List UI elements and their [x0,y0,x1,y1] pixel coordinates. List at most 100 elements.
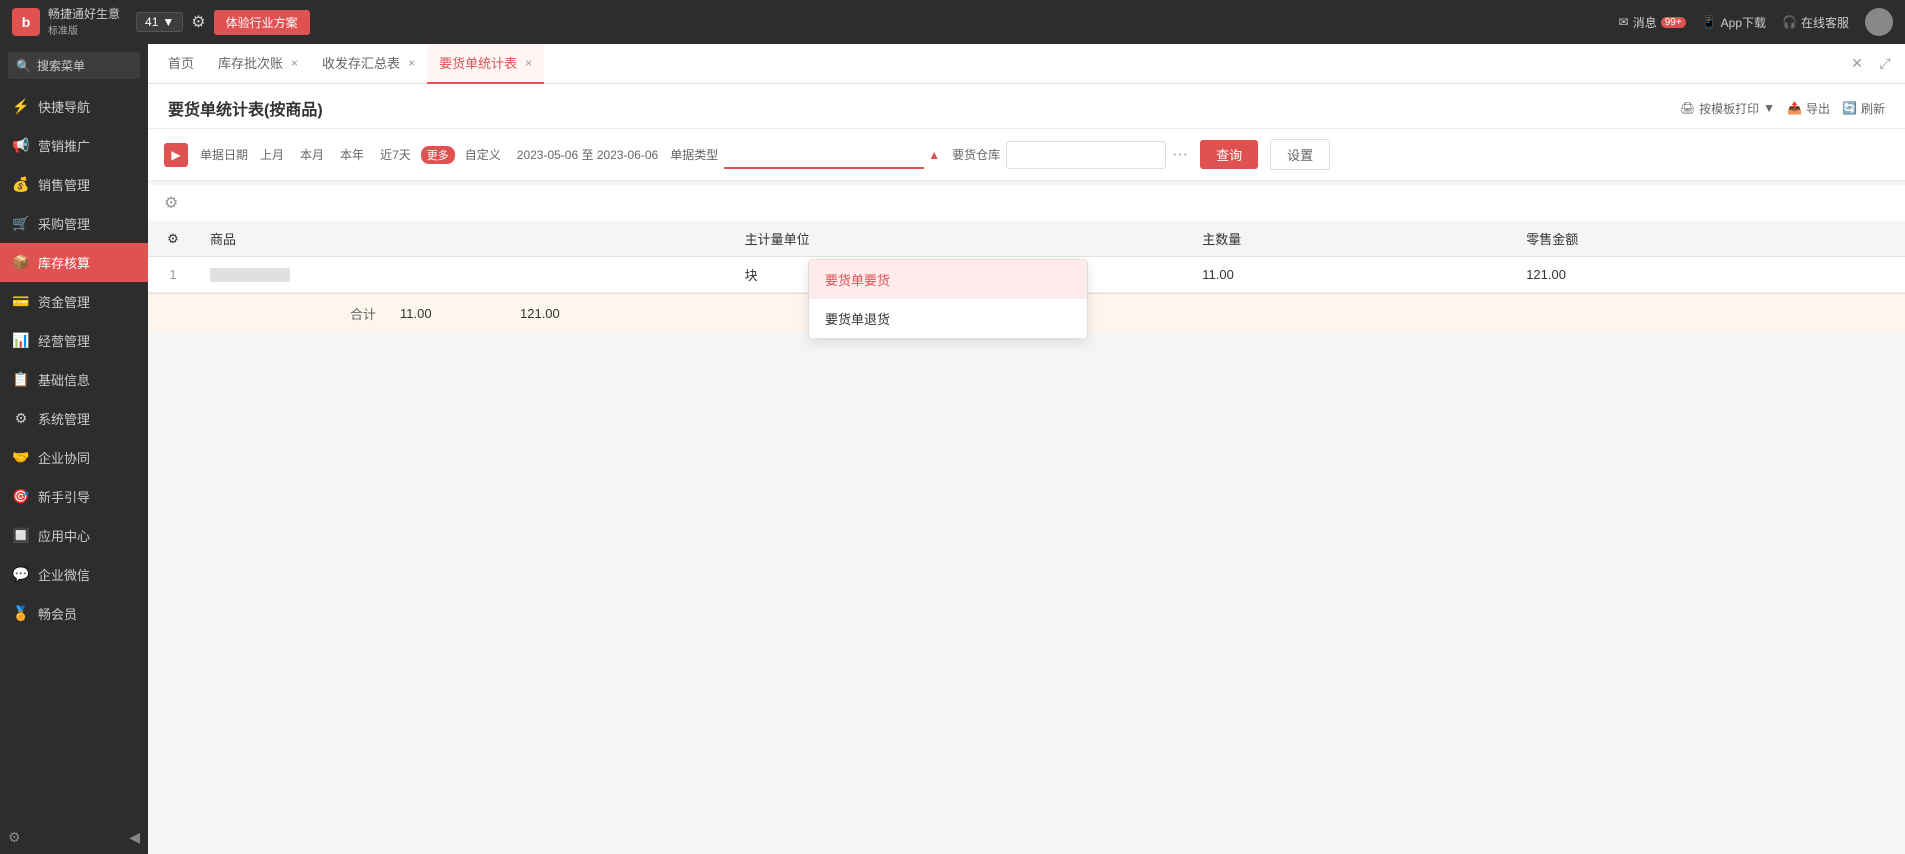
sidebar-item-basic[interactable]: 📋 基础信息 [0,360,148,399]
sidebar-item-inventory[interactable]: 📦 库存核算 [0,243,148,282]
print-arrow: ▼ [1763,101,1775,115]
online-service-label: 在线客服 [1801,14,1849,31]
guide-icon: 🎯 [12,488,30,505]
filter-expand-btn[interactable]: ▶ [164,143,188,167]
avatar[interactable] [1865,8,1893,36]
logo-icon: b [12,8,40,36]
tab-order-summary[interactable]: 要货单统计表 × [427,44,544,84]
tab-receive-summary-close[interactable]: × [408,56,415,70]
tab-close-all-btn[interactable]: ✕ [1845,52,1869,76]
sidebar-item-cooperation[interactable]: 🤝 企业协同 [0,438,148,477]
tab-inventory-batch-label: 库存批次账 [218,53,283,72]
sidebar-settings-btn[interactable]: ⚙ [8,829,21,846]
sidebar-item-wechat[interactable]: 💬 企业微信 [0,555,148,594]
filter-more-dates-btn[interactable]: 更多 [421,146,455,164]
sidebar-item-member[interactable]: 🏅 畅会员 [0,594,148,633]
export-btn[interactable]: 📤 导出 [1787,100,1830,117]
operation-icon: 📊 [12,332,30,349]
quick-nav-icon: ⚡ [12,98,30,115]
company-selector[interactable]: 41 ▼ [136,12,183,32]
logo-text: 畅捷通好生意 标准版 [48,7,120,38]
filter-type-input[interactable] [724,141,924,169]
sidebar-item-label: 新手引导 [38,487,90,506]
tab-bar-right: ✕ ⤢ [1845,52,1897,76]
messages-btn[interactable]: ✉ 消息 99+ [1619,14,1686,31]
sidebar-item-app-center[interactable]: 🔲 应用中心 [0,516,148,555]
headset-icon: 🎧 [1782,15,1797,29]
mobile-icon: 📱 [1702,15,1717,29]
sales-icon: 💰 [12,176,30,193]
company-selector-label: 41 [145,15,158,29]
tab-home-label: 首页 [168,53,194,72]
content-area: 首页 库存批次账 × 收发存汇总表 × 要货单统计表 × ✕ ⤢ 要 [148,44,1905,854]
sidebar-item-sales[interactable]: 💰 销售管理 [0,165,148,204]
print-icon: 🖨 [1680,101,1695,115]
print-btn[interactable]: 🖨 按模板打印 ▼ [1680,100,1775,117]
cell-product [198,257,733,293]
tab-expand-btn[interactable]: ⤢ [1873,52,1897,76]
filter-this-month-btn[interactable]: 本月 [294,144,330,165]
wechat-icon: 💬 [12,566,30,583]
filter-warehouse-group: 要货仓库 ··· [952,141,1188,169]
sidebar-item-marketing[interactable]: 📢 营销推广 [0,126,148,165]
trial-btn[interactable]: 体验行业方案 [214,10,310,35]
product-placeholder [210,268,290,282]
sidebar-item-quick-nav[interactable]: ⚡ 快捷导航 [0,87,148,126]
cooperation-icon: 🤝 [12,449,30,466]
top-bar-middle: 41 ▼ ⚙ 体验行业方案 [136,10,1619,35]
sidebar-item-operation[interactable]: 📊 经营管理 [0,321,148,360]
search-menu-btn[interactable]: 🔍 搜索菜单 [8,52,140,79]
settings-icon[interactable]: ⚙ [191,12,205,32]
col-quantity: 主数量 [1190,221,1514,257]
table-settings-icon[interactable]: ⚙ [164,193,178,213]
tab-inventory-batch-close[interactable]: × [291,56,298,70]
refresh-icon: 🔄 [1842,101,1857,115]
filter-date-group: 单据日期 上月 本月 本年 近7天 更多 自定义 2023-05-06 至 20… [200,144,658,165]
company-selector-arrow: ▼ [162,15,174,29]
col-unit: 主计量单位 [733,221,1191,257]
sidebar-search: 🔍 搜索菜单 [0,44,148,87]
sidebar-item-label: 畅会员 [38,604,77,623]
filter-warehouse-input[interactable] [1006,141,1166,169]
dropdown-item-order-return[interactable]: 要货单退货 [809,299,1087,338]
top-bar-right: ✉ 消息 99+ 📱 App下载 🎧 在线客服 [1619,8,1893,36]
tab-bar: 首页 库存批次账 × 收发存汇总表 × 要货单统计表 × ✕ ⤢ [148,44,1905,84]
tab-receive-summary[interactable]: 收发存汇总表 × [310,44,427,84]
col-index[interactable]: ⚙ [148,221,198,257]
sidebar-item-finance[interactable]: 💳 资金管理 [0,282,148,321]
cell-index: 1 [148,257,198,293]
search-menu-label: 搜索菜单 [37,57,85,74]
filter-custom-btn[interactable]: 自定义 [459,144,507,165]
sidebar-collapse-btn[interactable]: ◀ [129,829,140,846]
cell-quantity: 11.00 [1190,257,1514,293]
tab-home[interactable]: 首页 [156,44,206,84]
filter-warehouse-more-btn[interactable]: ··· [1172,146,1188,164]
sidebar-items: ⚡ 快捷导航 📢 营销推广 💰 销售管理 🛒 采购管理 📦 库存核算 💳 [0,87,148,821]
refresh-label: 刷新 [1861,100,1885,117]
sidebar-item-label: 基础信息 [38,370,90,389]
tab-order-summary-close[interactable]: × [525,56,532,70]
cell-amount: 121.00 [1514,257,1905,293]
sidebar-item-label: 应用中心 [38,526,90,545]
sidebar-item-purchase[interactable]: 🛒 采购管理 [0,204,148,243]
sidebar-item-system[interactable]: ⚙ 系统管理 [0,399,148,438]
table-toolbar: ⚙ [148,185,1905,221]
filter-type-arrow[interactable]: ▲ [928,148,940,162]
filter-this-year-btn[interactable]: 本年 [334,144,370,165]
marketing-icon: 📢 [12,137,30,154]
filter-settings-btn[interactable]: 设置 [1270,139,1330,170]
refresh-btn[interactable]: 🔄 刷新 [1842,100,1885,117]
tab-inventory-batch[interactable]: 库存批次账 × [206,44,310,84]
dropdown-item-order-goods[interactable]: 要货单要货 [809,260,1087,299]
product-cell [210,268,721,282]
app-download-label: App下载 [1721,14,1766,31]
app-download-btn[interactable]: 📱 App下载 [1702,14,1766,31]
sidebar-item-guide[interactable]: 🎯 新手引导 [0,477,148,516]
online-service-btn[interactable]: 🎧 在线客服 [1782,14,1849,31]
logo: b 畅捷通好生意 标准版 [12,7,120,38]
sidebar-item-label: 快捷导航 [38,97,90,116]
filter-last-month-btn[interactable]: 上月 [254,144,290,165]
warehouse-filter-label: 要货仓库 [952,146,1000,163]
filter-recent7-btn[interactable]: 近7天 [374,144,417,165]
filter-query-btn[interactable]: 查询 [1200,140,1258,169]
